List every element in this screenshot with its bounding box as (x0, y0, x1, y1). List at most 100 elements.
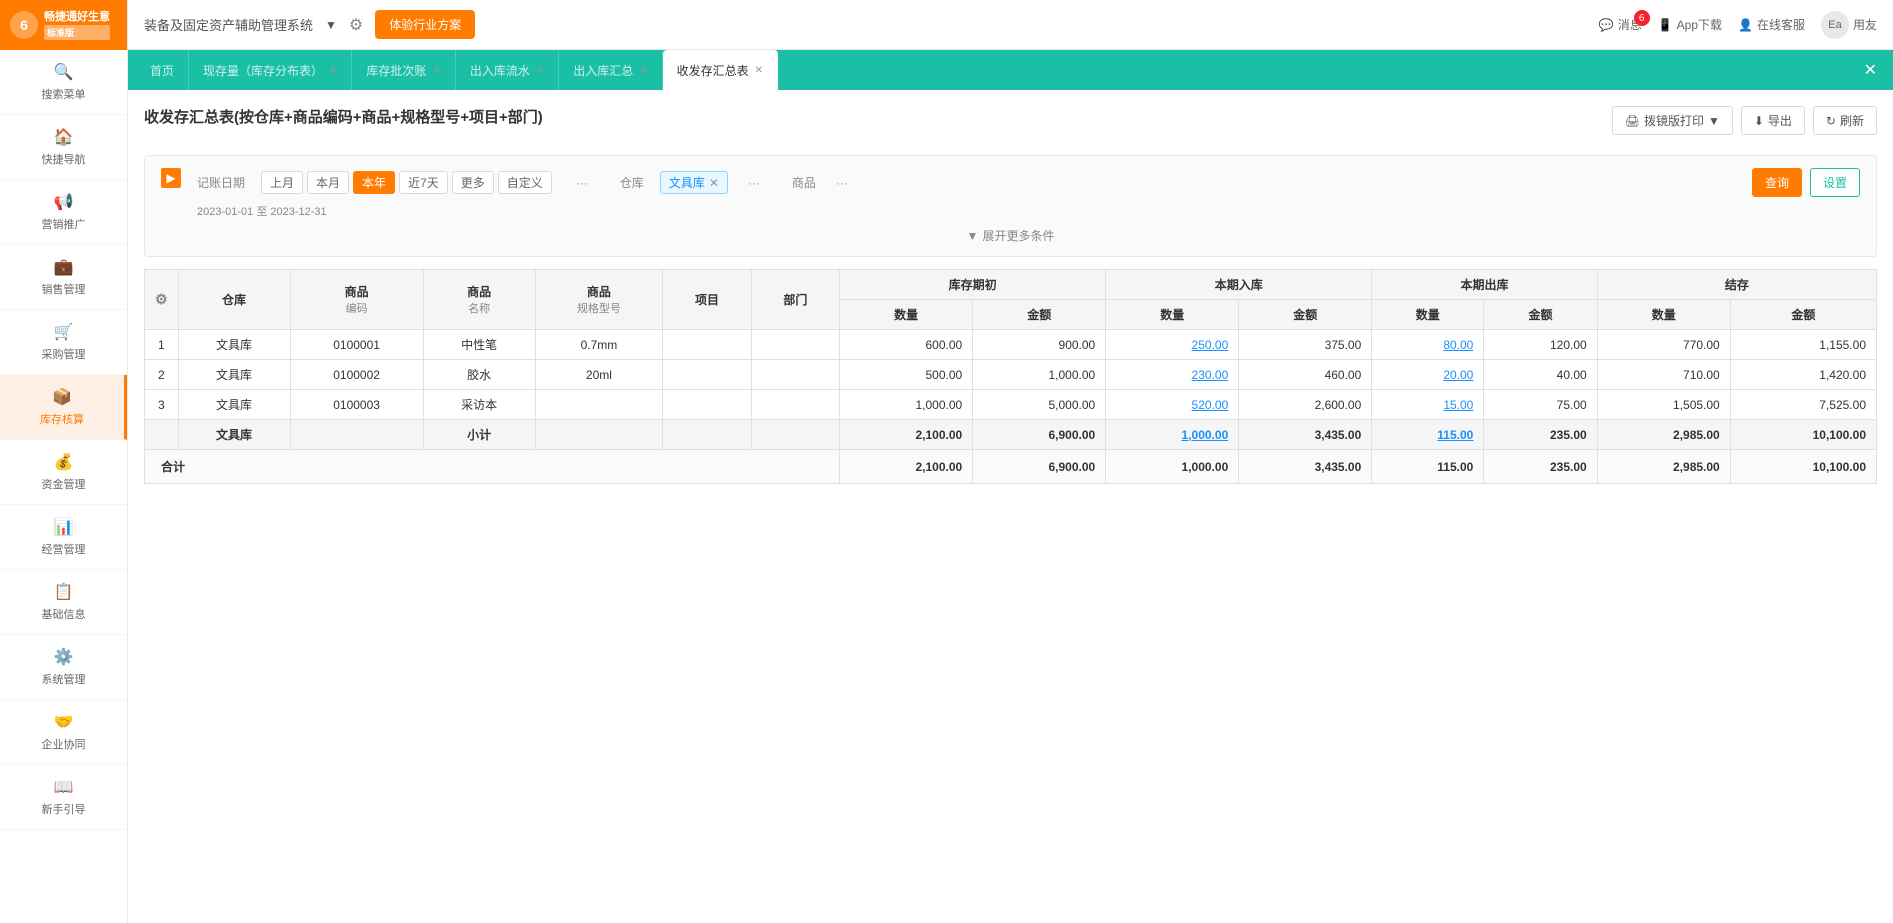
col-closing-header: 结存 (1597, 270, 1876, 300)
user-item[interactable]: Ea 用友 (1821, 11, 1877, 39)
sidebar-item-purchase[interactable]: 🛒 采购管理 (0, 310, 127, 375)
sidebar-label-finance: 资金管理 (42, 476, 86, 492)
system-name: 装备及固定资产辅助管理系统 (144, 15, 313, 34)
cell-open-qty: 600.00 (840, 330, 973, 360)
sidebar-item-inventory[interactable]: 📦 库存核算 (0, 375, 127, 440)
tab-batch-account[interactable]: 库存批次账 ✕ (352, 50, 455, 90)
marketing-icon: 📢 (54, 192, 74, 212)
tab-batch-account-close[interactable]: ✕ (432, 65, 440, 76)
filter-dots-3[interactable]: ··· (836, 176, 848, 190)
user-label: 用友 (1853, 16, 1877, 33)
out-amt-header: 金额 (1484, 300, 1597, 330)
cell-close-qty: 1,505.00 (1597, 390, 1730, 420)
date-btn-more[interactable]: 更多 (452, 171, 494, 194)
sidebar-item-sales[interactable]: 💼 销售管理 (0, 245, 127, 310)
inventory-icon: 📦 (52, 387, 72, 407)
sidebar-item-guide[interactable]: 📖 新手引导 (0, 765, 127, 830)
date-btn-this-year[interactable]: 本年 (353, 171, 395, 194)
table-row: 2 文具库 0100002 胶水 20ml 500.00 1,000.00 23… (145, 360, 1877, 390)
notification-item[interactable]: 💬 6 消息 (1599, 16, 1642, 33)
expand-conditions-btn[interactable]: ▼ 展开更多条件 (161, 227, 1860, 244)
cell-code (290, 420, 423, 450)
sidebar-label-baseinfo: 基础信息 (42, 606, 86, 622)
export-btn[interactable]: ⬇ 导出 (1741, 106, 1805, 135)
tab-inventory-dist[interactable]: 现存量（库存分布表） ✕ (189, 50, 352, 90)
close-qty-header: 数量 (1597, 300, 1730, 330)
date-btn-7days[interactable]: 近7天 (399, 171, 448, 194)
cell-out-qty[interactable]: 115.00 (1372, 420, 1484, 450)
cell-seq: 2 (145, 360, 179, 390)
export-icon: ⬇ (1754, 114, 1764, 128)
footer-label: 合计 (145, 450, 840, 484)
online-service-item[interactable]: 👤 在线客服 (1738, 16, 1805, 33)
tab-inout-flow[interactable]: 出入库流水 ✕ (456, 50, 559, 90)
sidebar-item-system[interactable]: ⚙️ 系统管理 (0, 635, 127, 700)
col-name-header: 商品名称 (423, 270, 535, 330)
cell-close-amt: 1,155.00 (1730, 330, 1876, 360)
cell-close-qty: 770.00 (1597, 330, 1730, 360)
sidebar-item-collab[interactable]: 🤝 企业协同 (0, 700, 127, 765)
trial-btn[interactable]: 体验行业方案 (375, 10, 475, 39)
tab-inventory-dist-close[interactable]: ✕ (329, 65, 337, 76)
cell-dept (751, 390, 839, 420)
filter-dots-2[interactable]: ··· (748, 176, 760, 190)
cell-out-qty[interactable]: 20.00 (1372, 360, 1484, 390)
col-in-header: 本期入库 (1106, 270, 1372, 300)
filter-collapse-btn[interactable]: ▶ (161, 168, 181, 188)
footer-open-qty: 2,100.00 (840, 450, 973, 484)
cell-spec (535, 390, 663, 420)
table-settings-icon[interactable]: ⚙ (155, 291, 168, 307)
settings-filter-btn[interactable]: 设置 (1810, 168, 1860, 197)
cell-warehouse: 文具库 (178, 360, 290, 390)
gear-icon[interactable]: ⚙ (349, 15, 363, 35)
tab-recv-send-summary-close[interactable]: ✕ (755, 65, 763, 76)
cell-open-amt: 900.00 (973, 330, 1106, 360)
sidebar-item-marketing[interactable]: 📢 营销推广 (0, 180, 127, 245)
tab-inout-summary[interactable]: 出入库汇总 ✕ (559, 50, 662, 90)
system-icon: ⚙️ (54, 647, 74, 667)
in-amt-header: 金额 (1239, 300, 1372, 330)
cell-out-qty[interactable]: 15.00 (1372, 390, 1484, 420)
cell-in-qty[interactable]: 250.00 (1106, 330, 1239, 360)
sidebar-item-baseinfo[interactable]: 📋 基础信息 (0, 570, 127, 635)
system-dropdown[interactable]: ▼ (325, 18, 337, 32)
warehouse-tag-close[interactable]: ✕ (709, 176, 719, 190)
refresh-icon: ↻ (1826, 114, 1836, 128)
tab-inout-summary-close[interactable]: ✕ (639, 65, 647, 76)
tab-inout-flow-close[interactable]: ✕ (536, 65, 544, 76)
query-btn[interactable]: 查询 (1752, 168, 1802, 197)
cell-open-amt: 5,000.00 (973, 390, 1106, 420)
cell-in-qty[interactable]: 1,000.00 (1106, 420, 1239, 450)
purchase-icon: 🛒 (54, 322, 74, 342)
sidebar-item-finance[interactable]: 💰 资金管理 (0, 440, 127, 505)
cell-out-qty[interactable]: 80.00 (1372, 330, 1484, 360)
tab-recv-send-summary[interactable]: 收发存汇总表 ✕ (663, 50, 778, 90)
avatar: Ea (1821, 11, 1849, 39)
tab-inout-flow-label: 出入库流水 (470, 62, 530, 79)
cell-in-qty[interactable]: 230.00 (1106, 360, 1239, 390)
col-spec-header: 商品规格型号 (535, 270, 663, 330)
app-download-item[interactable]: 📱 App下载 (1658, 16, 1722, 33)
table-row: 1 文具库 0100001 中性笔 0.7mm 600.00 900.00 25… (145, 330, 1877, 360)
tab-bar-close-btn[interactable]: ✕ (1856, 60, 1885, 80)
filter-dots-1[interactable]: ··· (576, 176, 588, 190)
footer-out-qty: 115.00 (1372, 450, 1484, 484)
sidebar-item-operation[interactable]: 📊 经营管理 (0, 505, 127, 570)
date-buttons: 上月 本月 本年 近7天 更多 自定义 (261, 171, 552, 194)
sidebar-item-search[interactable]: 🔍 搜索菜单 (0, 50, 127, 115)
sidebar-label-system: 系统管理 (42, 671, 86, 687)
print-btn[interactable]: 🖨 拨镜版打印 ▼ (1612, 106, 1733, 135)
cell-close-amt: 1,420.00 (1730, 360, 1876, 390)
refresh-btn[interactable]: ↻ 刷新 (1813, 106, 1877, 135)
cell-in-amt: 375.00 (1239, 330, 1372, 360)
date-btn-this-month[interactable]: 本月 (307, 171, 349, 194)
cell-in-qty[interactable]: 520.00 (1106, 390, 1239, 420)
tab-home[interactable]: 首页 (136, 50, 189, 90)
col-dept-header: 部门 (751, 270, 839, 330)
date-btn-custom[interactable]: 自定义 (498, 171, 552, 194)
table-row: 3 文具库 0100003 采访本 1,000.00 5,000.00 520.… (145, 390, 1877, 420)
date-btn-last-month[interactable]: 上月 (261, 171, 303, 194)
cell-seq: 1 (145, 330, 179, 360)
sidebar-item-quicknav[interactable]: 🏠 快捷导航 (0, 115, 127, 180)
cell-code: 0100003 (290, 390, 423, 420)
